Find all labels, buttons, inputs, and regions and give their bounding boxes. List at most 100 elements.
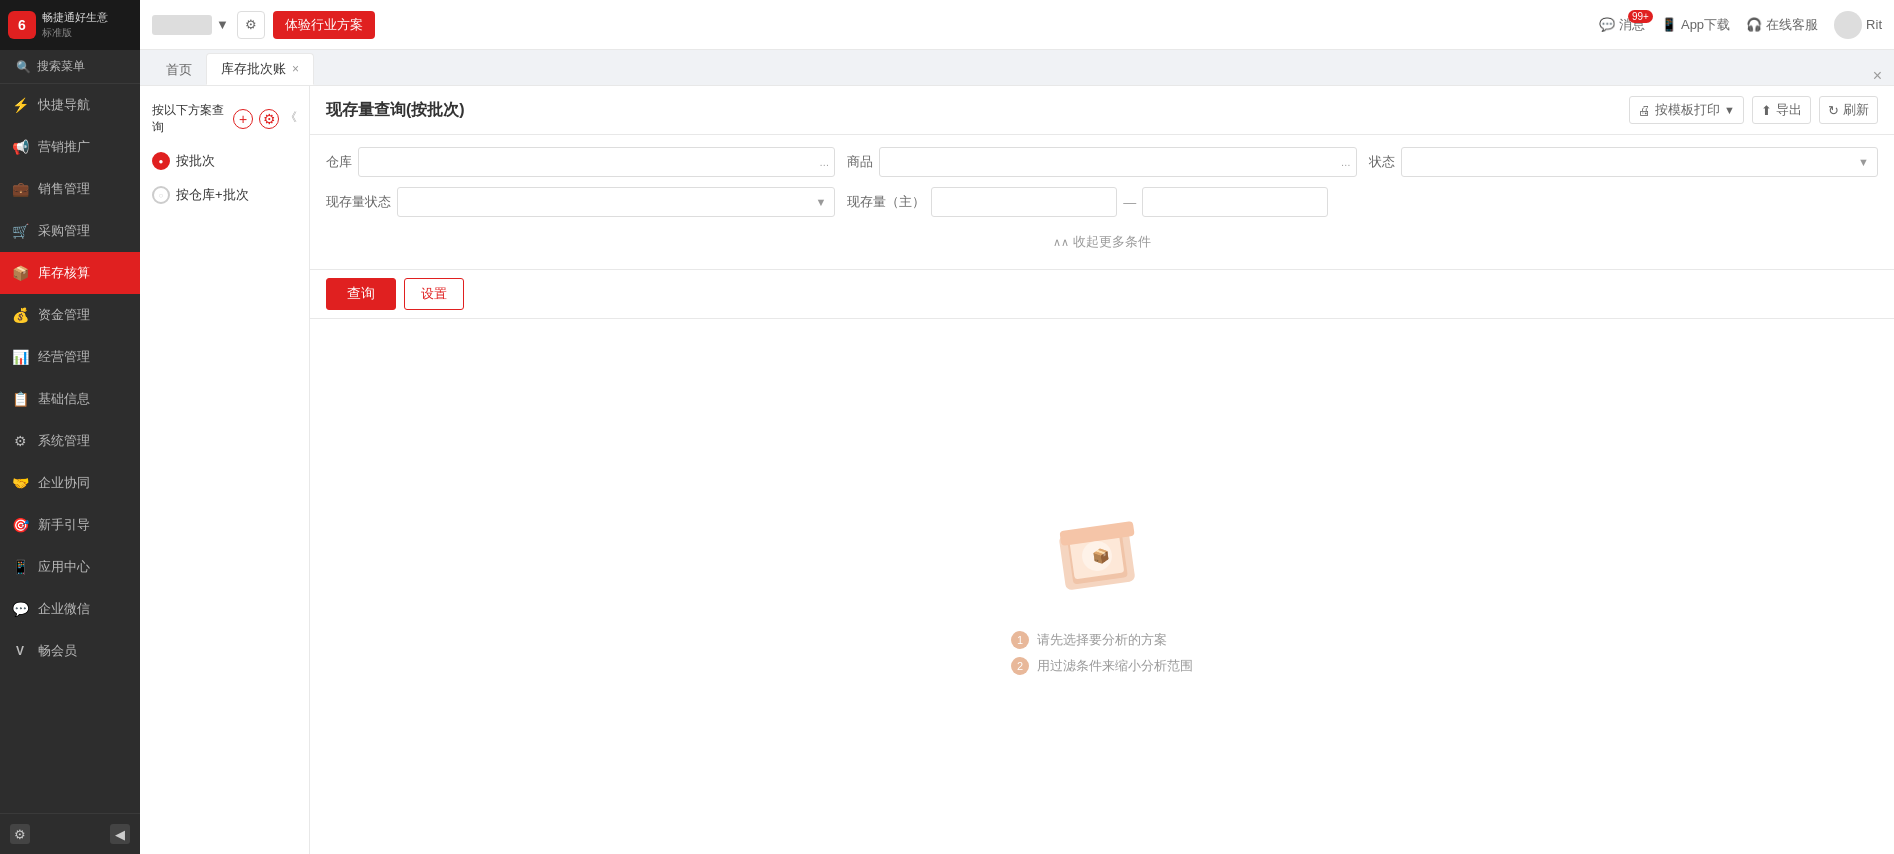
sidebar-item-wechat[interactable]: 💬 企业微信 xyxy=(0,588,140,630)
sidebar-item-member[interactable]: V 畅会员 xyxy=(0,630,140,672)
export-btn[interactable]: ⬆ 导出 xyxy=(1752,96,1811,124)
sidebar-item-marketing[interactable]: 📢 营销推广 xyxy=(0,126,140,168)
sidebar-item-label: 企业微信 xyxy=(38,600,90,618)
sidebar-item-apps[interactable]: 📱 应用中心 xyxy=(0,546,140,588)
apps-icon: 📱 xyxy=(10,557,30,577)
inventory-status-select[interactable]: ▼ xyxy=(397,187,835,217)
trial-btn[interactable]: 体验行业方案 xyxy=(273,11,375,39)
message-icon: 💬 xyxy=(1599,17,1615,32)
sidebar-collapse-btn[interactable]: ◀ xyxy=(110,824,130,844)
panel-collapse-btn[interactable]: 《 xyxy=(285,109,297,129)
inventory-qty-min-input[interactable] xyxy=(931,187,1117,217)
refresh-btn[interactable]: ↻ 刷新 xyxy=(1819,96,1878,124)
sidebar-item-label: 采购管理 xyxy=(38,222,90,240)
empty-illustration: 📦 xyxy=(1042,491,1162,611)
tab-inventory-batch[interactable]: 库存批次账 × xyxy=(206,53,314,85)
user-menu[interactable]: Rit xyxy=(1834,11,1882,39)
sidebar-item-management[interactable]: 📊 经营管理 xyxy=(0,336,140,378)
collapse-more-btn[interactable]: ∧∧ 收起更多条件 xyxy=(326,227,1878,257)
sales-icon: 💼 xyxy=(10,179,30,199)
marketing-icon: 📢 xyxy=(10,137,30,157)
topbar-gear-btn[interactable]: ⚙ xyxy=(237,11,265,39)
export-icon: ⬆ xyxy=(1761,103,1772,118)
tab-close-icon[interactable]: × xyxy=(292,63,299,75)
panel-header: 按以下方案查询 + ⚙ 《 xyxy=(140,94,309,144)
system-icon: ⚙ xyxy=(10,431,30,451)
sidebar-nav: ⚡ 快捷导航 📢 营销推广 💼 销售管理 🛒 采购管理 📦 库存核算 💰 xyxy=(0,84,140,813)
sidebar-item-finance[interactable]: 💰 资金管理 xyxy=(0,294,140,336)
app-download-btn[interactable]: 📱 App下载 xyxy=(1661,16,1730,34)
inventory-icon: 📦 xyxy=(10,263,30,283)
message-badge: 99+ xyxy=(1628,10,1653,23)
scheme-by-batch[interactable]: ● 按批次 xyxy=(140,144,309,178)
print-icon: 🖨 xyxy=(1638,103,1651,118)
purchase-icon: 🛒 xyxy=(10,221,30,241)
tip-text-2: 用过滤条件来缩小分析范围 xyxy=(1037,657,1193,675)
tab-home[interactable]: 首页 xyxy=(152,55,206,85)
sidebar-item-inventory[interactable]: 📦 库存核算 xyxy=(0,252,140,294)
sidebar-item-label: 新手引导 xyxy=(38,516,90,534)
gear-icon: ⚙ xyxy=(245,17,257,32)
app-logo: 6 xyxy=(8,11,36,39)
search-icon: 🔍 xyxy=(16,60,31,74)
left-panel: 按以下方案查询 + ⚙ 《 ● 按批次 xyxy=(140,86,310,854)
chevron-down-icon: ▼ xyxy=(1858,156,1869,168)
print-dropdown-arrow: ▼ xyxy=(1724,104,1735,116)
add-icon: + xyxy=(239,111,247,127)
app-edition: 标准版 xyxy=(42,26,108,40)
sidebar-item-sales[interactable]: 💼 销售管理 xyxy=(0,168,140,210)
settings-btn[interactable]: 设置 xyxy=(404,278,464,310)
message-btn[interactable]: 💬 消息 99+ xyxy=(1599,16,1645,34)
close-panel-icon[interactable]: × xyxy=(1873,67,1882,85)
refresh-icon: ↻ xyxy=(1828,103,1839,118)
sidebar-item-purchase[interactable]: 🛒 采购管理 xyxy=(0,210,140,252)
sidebar-item-label: 基础信息 xyxy=(38,390,90,408)
phone-icon: 📱 xyxy=(1661,17,1677,32)
panel-header-label: 按以下方案查询 xyxy=(152,102,233,136)
sidebar-item-system[interactable]: ⚙ 系统管理 xyxy=(0,420,140,462)
settings-icon: ⚙ xyxy=(263,111,276,127)
status-select[interactable]: ▼ xyxy=(1401,147,1878,177)
collapse-label: 收起更多条件 xyxy=(1073,233,1151,251)
panel-settings-btn[interactable]: ⚙ xyxy=(259,109,279,129)
sidebar-item-label: 系统管理 xyxy=(38,432,90,450)
product-input-wrapper: … xyxy=(879,147,1356,177)
sidebar-item-basic[interactable]: 📋 基础信息 xyxy=(0,378,140,420)
sidebar-item-guide[interactable]: 🎯 新手引导 xyxy=(0,504,140,546)
online-service-btn[interactable]: 🎧 在线客服 xyxy=(1746,16,1818,34)
sidebar-item-quick-nav[interactable]: ⚡ 快捷导航 xyxy=(0,84,140,126)
qty-dash: — xyxy=(1117,195,1142,210)
product-input[interactable] xyxy=(879,147,1356,177)
product-label: 商品 xyxy=(847,153,873,171)
sidebar-header: 6 畅捷通好生意 标准版 xyxy=(0,0,140,50)
tip-number-2: 2 xyxy=(1011,657,1029,675)
warehouse-input[interactable] xyxy=(358,147,835,177)
right-main: 现存量查询(按批次) 🖨 按模板打印 ▼ ⬆ 导出 ↻ xyxy=(310,86,1894,854)
scheme-label: 按批次 xyxy=(176,152,215,170)
inventory-qty-field: 现存量（主） — xyxy=(847,187,1356,217)
inventory-qty-max-input[interactable] xyxy=(1142,187,1328,217)
product-dots-btn[interactable]: … xyxy=(1341,157,1351,168)
query-btn[interactable]: 查询 xyxy=(326,278,396,310)
sidebar-item-label: 应用中心 xyxy=(38,558,90,576)
panel-add-btn[interactable]: + xyxy=(233,109,253,129)
warehouse-dots-btn[interactable]: … xyxy=(819,157,829,168)
filter-row-2: 现存量状态 ▼ 现存量（主） — xyxy=(326,187,1878,217)
search-menu-label: 搜索菜单 xyxy=(37,58,85,75)
app-title: 畅捷通好生意 xyxy=(42,10,108,24)
sidebar-footer: ⚙ ◀ xyxy=(0,813,140,854)
search-menu[interactable]: 🔍 搜索菜单 xyxy=(0,50,140,84)
print-btn[interactable]: 🖨 按模板打印 ▼ xyxy=(1629,96,1744,124)
sidebar-settings-btn[interactable]: ⚙ xyxy=(10,824,30,844)
member-icon: V xyxy=(10,641,30,661)
tabs-bar: 首页 库存批次账 × × xyxy=(140,50,1894,86)
topbar-workspace-dropdown[interactable]: ▼ xyxy=(152,15,229,35)
warehouse-field: 仓库 … xyxy=(326,147,835,177)
sidebar-item-enterprise[interactable]: 🤝 企业协同 xyxy=(0,462,140,504)
tip-item-2: 2 用过滤条件来缩小分析范围 xyxy=(1011,657,1193,675)
inventory-status-label: 现存量状态 xyxy=(326,193,391,211)
guide-icon: 🎯 xyxy=(10,515,30,535)
user-avatar xyxy=(1834,11,1862,39)
scheme-by-warehouse-batch[interactable]: ○ 按仓库+批次 xyxy=(140,178,309,212)
filter-area: 仓库 … 商品 … xyxy=(310,135,1894,270)
